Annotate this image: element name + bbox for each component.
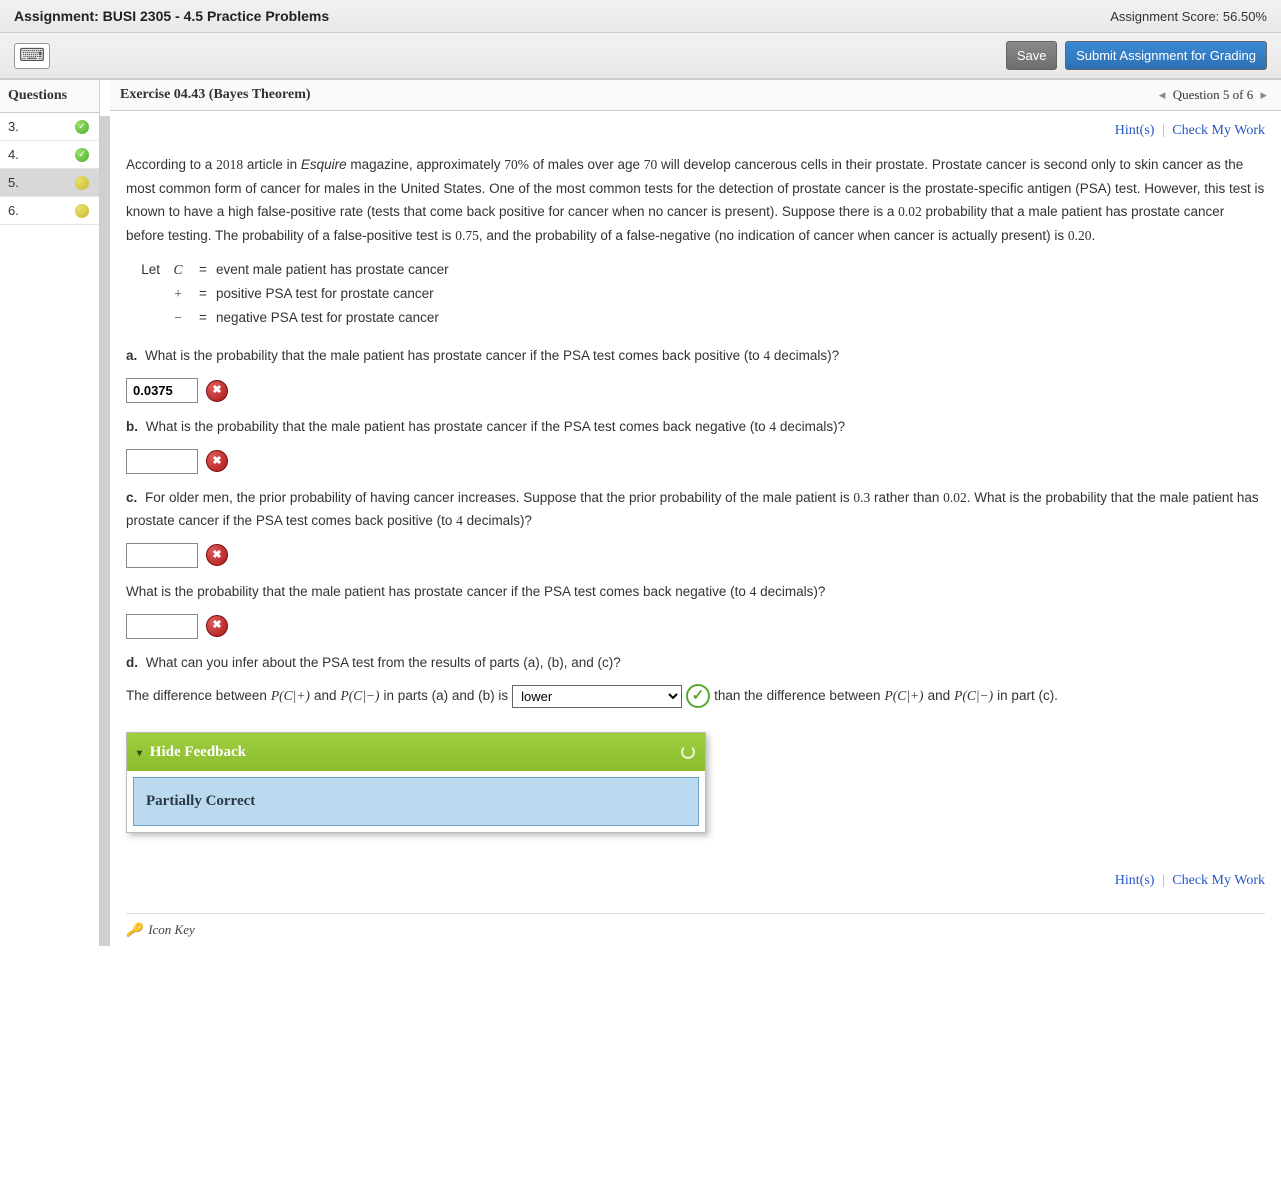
- main-panel: Exercise 04.43 (Bayes Theorem) ◂ Questio…: [110, 80, 1281, 946]
- sidebar-scrollbar[interactable]: [100, 116, 110, 946]
- check-work-link[interactable]: Check My Work: [1172, 123, 1265, 138]
- sidebar-header: Questions: [0, 80, 99, 113]
- question-body: According to a 2018 article in Esquire m…: [110, 147, 1281, 861]
- question-number: 6.: [8, 203, 19, 218]
- separator: |: [1162, 123, 1165, 138]
- question-item-6[interactable]: 6.: [0, 197, 99, 225]
- question-number: 3.: [8, 119, 19, 134]
- wrong-icon: [206, 544, 228, 566]
- status-correct-icon: ✓: [75, 120, 89, 134]
- part-c-text2: What is the probability that the male pa…: [126, 580, 1265, 604]
- pager-text: Question 5 of 6: [1173, 87, 1254, 102]
- status-partial-icon: [75, 204, 89, 218]
- wrong-icon: [206, 450, 228, 472]
- hints-link[interactable]: Hint(s): [1115, 123, 1155, 138]
- save-button[interactable]: Save: [1006, 41, 1058, 70]
- tool-links-bottom: Hint(s) | Check My Work: [110, 861, 1281, 897]
- question-item-3[interactable]: 3. ✓: [0, 113, 99, 141]
- status-correct-icon: ✓: [75, 148, 89, 162]
- submit-button[interactable]: Submit Assignment for Grading: [1065, 41, 1267, 70]
- part-b-answer: [126, 449, 1265, 474]
- status-partial-icon: [75, 176, 89, 190]
- feedback-box: ▾ Hide Feedback Partially Correct: [126, 732, 706, 833]
- next-question-arrow[interactable]: ▸: [1256, 87, 1271, 102]
- question-number: 4.: [8, 147, 19, 162]
- hints-link[interactable]: Hint(s): [1115, 873, 1155, 888]
- part-d-sentence: The difference between P(C|+) and P(C|−)…: [126, 684, 1265, 708]
- question-item-4[interactable]: 4. ✓: [0, 141, 99, 169]
- part-c-answer2: [126, 614, 1265, 639]
- prev-question-arrow[interactable]: ◂: [1155, 87, 1170, 102]
- assignment-title: Assignment: BUSI 2305 - 4.5 Practice Pro…: [14, 8, 329, 24]
- question-item-5[interactable]: 5.: [0, 169, 99, 197]
- question-pager: ◂ Question 5 of 6 ▸: [1155, 87, 1271, 103]
- correct-icon: [686, 684, 710, 708]
- keyboard-icon[interactable]: [14, 43, 50, 69]
- check-work-link[interactable]: Check My Work: [1172, 873, 1265, 888]
- question-number: 5.: [8, 175, 19, 190]
- collapse-icon: ▾: [137, 748, 142, 759]
- part-a-input[interactable]: [126, 378, 198, 403]
- separator: |: [1162, 873, 1165, 888]
- assignment-score: Assignment Score: 56.50%: [1110, 9, 1267, 24]
- part-d-text: d. What can you infer about the PSA test…: [126, 651, 1265, 675]
- part-c-answer1: [126, 543, 1265, 568]
- part-d-select[interactable]: lower: [512, 685, 682, 708]
- part-c-input2[interactable]: [126, 614, 198, 639]
- loading-icon: [681, 745, 695, 759]
- icon-key-link[interactable]: 🔑 Icon Key: [126, 913, 1265, 938]
- part-b-input[interactable]: [126, 449, 198, 474]
- toolbar: Save Submit Assignment for Grading: [0, 33, 1281, 79]
- part-a-answer: [126, 378, 1265, 403]
- exercise-header: Exercise 04.43 (Bayes Theorem) ◂ Questio…: [110, 80, 1281, 111]
- part-b-text: b. What is the probability that the male…: [126, 415, 1265, 439]
- part-c-input1[interactable]: [126, 543, 198, 568]
- part-c-text1: c. For older men, the prior probability …: [126, 486, 1265, 533]
- feedback-body: Partially Correct: [133, 777, 699, 825]
- exercise-title: Exercise 04.43 (Bayes Theorem): [120, 87, 311, 103]
- assignment-header: Assignment: BUSI 2305 - 4.5 Practice Pro…: [0, 0, 1281, 33]
- part-a-text: a. What is the probability that the male…: [126, 344, 1265, 368]
- feedback-toggle[interactable]: ▾ Hide Feedback: [127, 733, 705, 771]
- key-icon: 🔑: [126, 922, 142, 938]
- intro-paragraph: According to a 2018 article in Esquire m…: [126, 153, 1265, 248]
- tool-links-top: Hint(s) | Check My Work: [110, 111, 1281, 147]
- questions-sidebar: Questions 3. ✓ 4. ✓ 5. 6.: [0, 80, 100, 946]
- wrong-icon: [206, 380, 228, 402]
- wrong-icon: [206, 615, 228, 637]
- definitions: Let C = event male patient has prostate …: [126, 258, 1265, 331]
